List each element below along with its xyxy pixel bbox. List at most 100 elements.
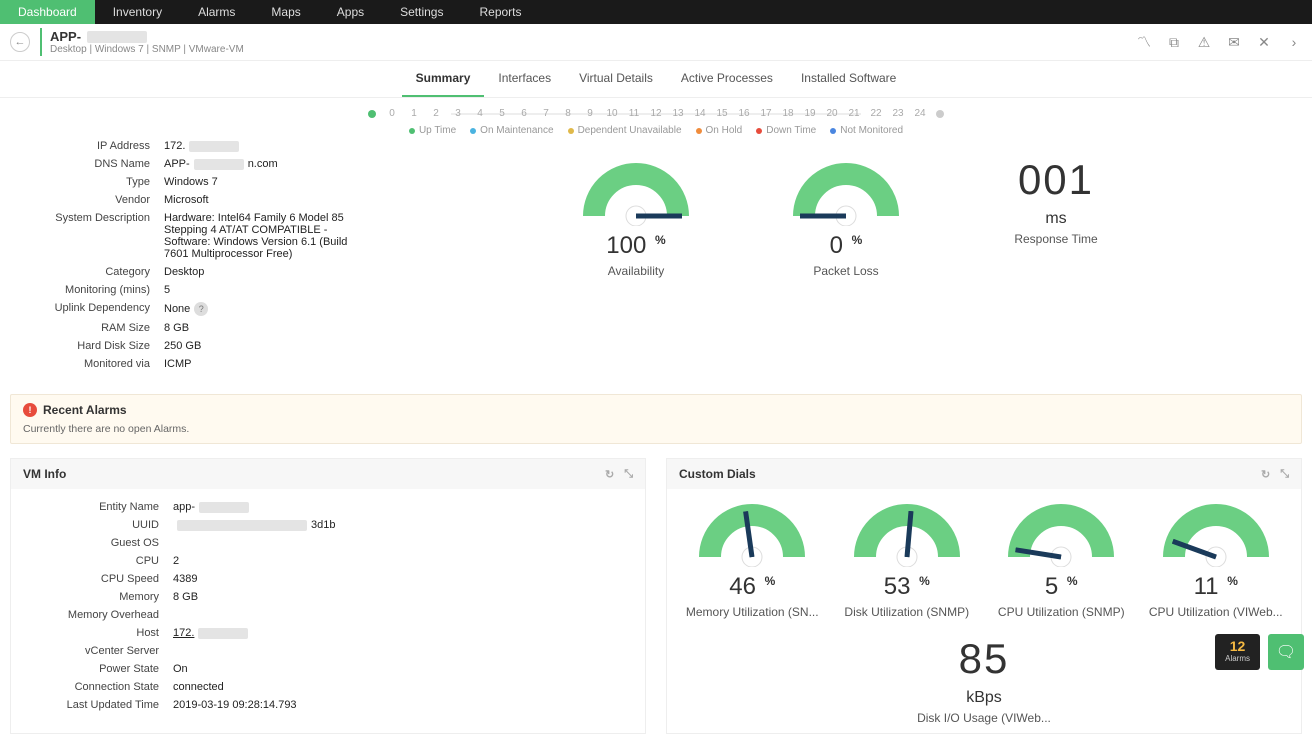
close-icon[interactable]: ✕ bbox=[1256, 34, 1272, 50]
hour-label: 7 bbox=[540, 108, 552, 119]
detail-tabs: SummaryInterfacesVirtual DetailsActive P… bbox=[0, 61, 1312, 98]
gauge-packet-loss: 0 %Packet Loss bbox=[771, 156, 921, 278]
prop-key: System Description bbox=[10, 212, 150, 260]
alarms-count-button[interactable]: 12 Alarms bbox=[1215, 634, 1260, 670]
alarm-icon[interactable]: ⚠ bbox=[1196, 34, 1212, 50]
prop-value: Windows 7 bbox=[164, 176, 370, 188]
prop-key: DNS Name bbox=[10, 158, 150, 170]
mail-icon[interactable]: ✉ bbox=[1226, 34, 1242, 50]
prop-value: Desktop bbox=[164, 266, 370, 278]
prop-key: Host bbox=[19, 627, 159, 639]
prop-key: Category bbox=[10, 266, 150, 278]
help-icon[interactable]: ? bbox=[194, 302, 208, 316]
prop-value: 2019-03-19 09:28:14.793 bbox=[173, 699, 637, 711]
gauge-disk-i-o-usage-viweb-: 85kBpsDisk I/O Usage (VIWeb... bbox=[909, 635, 1059, 725]
nav-tab-inventory[interactable]: Inventory bbox=[95, 0, 180, 24]
prop-value: APP-n.com bbox=[164, 158, 370, 170]
expand-icon[interactable]: ⤡ bbox=[624, 468, 633, 481]
hour-label: 3 bbox=[452, 108, 464, 119]
subtab-interfaces[interactable]: Interfaces bbox=[484, 61, 565, 97]
prop-key: UUID bbox=[19, 519, 159, 531]
vm-info-title: VM Info bbox=[23, 467, 66, 481]
recent-alarms-panel: !Recent Alarms Currently there are no op… bbox=[10, 394, 1302, 444]
subtab-active-processes[interactable]: Active Processes bbox=[667, 61, 787, 97]
prop-value: 8 GB bbox=[164, 322, 370, 334]
legend-item: On Hold bbox=[696, 125, 743, 136]
legend-item: On Maintenance bbox=[470, 125, 553, 136]
prop-key: Guest OS bbox=[19, 537, 159, 549]
subtab-summary[interactable]: Summary bbox=[402, 61, 485, 97]
custom-dials-title: Custom Dials bbox=[679, 467, 756, 481]
prop-value: Hardware: Intel64 Family 6 Model 85 Step… bbox=[164, 212, 370, 260]
prop-value: 172. bbox=[164, 140, 370, 152]
vm-info-card: VM Info ↻⤡ Entity Nameapp-UUID3d1bGuest … bbox=[10, 458, 646, 734]
subtab-installed-software[interactable]: Installed Software bbox=[787, 61, 910, 97]
hours-timeline: 0123456789101112131415161718192021222324 bbox=[0, 108, 1312, 119]
hour-label: 19 bbox=[804, 108, 816, 119]
prop-key: CPU bbox=[19, 555, 159, 567]
property-grid: IP Address172.DNS NameAPP-n.comTypeWindo… bbox=[10, 136, 370, 370]
nav-tab-settings[interactable]: Settings bbox=[382, 0, 461, 24]
nav-tab-alarms[interactable]: Alarms bbox=[180, 0, 253, 24]
custom-dials-card: Custom Dials ↻ ⤡ 46 %Memory Utilization (… bbox=[666, 458, 1302, 734]
hour-label: 0 bbox=[386, 108, 398, 119]
hour-label: 21 bbox=[848, 108, 860, 119]
hour-label: 8 bbox=[562, 108, 574, 119]
gauge-memory-utilization-sn-: 46 %Memory Utilization (SN... bbox=[677, 497, 827, 619]
prop-key: RAM Size bbox=[10, 322, 150, 334]
prop-key: IP Address bbox=[10, 140, 150, 152]
hour-label: 18 bbox=[782, 108, 794, 119]
gauge-disk-utilization-snmp-: 53 %Disk Utilization (SNMP) bbox=[832, 497, 982, 619]
hour-label: 23 bbox=[892, 108, 904, 119]
device-header: ← APP- Desktop | Windows 7 | SNMP | VMwa… bbox=[0, 24, 1312, 61]
arrow-icon[interactable]: › bbox=[1286, 34, 1302, 50]
prop-key: Vendor bbox=[10, 194, 150, 206]
nav-tab-reports[interactable]: Reports bbox=[461, 0, 539, 24]
chart-icon[interactable]: 〽 bbox=[1136, 34, 1152, 50]
prop-value: 3d1b bbox=[173, 519, 637, 531]
prop-value bbox=[173, 645, 637, 657]
recent-alarms-body: Currently there are no open Alarms. bbox=[23, 423, 1289, 435]
gauge-cpu-utilization-viweb-: 11 %CPU Utilization (VIWeb... bbox=[1141, 497, 1291, 619]
hour-label: 22 bbox=[870, 108, 882, 119]
expand-icon[interactable]: ⤡ bbox=[1280, 468, 1289, 481]
subtab-virtual-details[interactable]: Virtual Details bbox=[565, 61, 667, 97]
nav-tab-dashboard[interactable]: Dashboard bbox=[0, 0, 95, 24]
nav-tab-maps[interactable]: Maps bbox=[253, 0, 318, 24]
gauge-response-time: 001msResponse Time bbox=[981, 156, 1131, 278]
hour-label: 15 bbox=[716, 108, 728, 119]
prop-key: vCenter Server bbox=[19, 645, 159, 657]
hour-label: 16 bbox=[738, 108, 750, 119]
prop-key: Memory Overhead bbox=[19, 609, 159, 621]
nav-tab-apps[interactable]: Apps bbox=[319, 0, 382, 24]
prop-value: None? bbox=[164, 302, 370, 316]
back-button[interactable]: ← bbox=[10, 32, 30, 52]
top-nav: DashboardInventoryAlarmsMapsAppsSettings… bbox=[0, 0, 1312, 24]
hour-label: 5 bbox=[496, 108, 508, 119]
prop-value: 250 GB bbox=[164, 340, 370, 352]
prop-value[interactable]: 172. bbox=[173, 627, 637, 639]
prop-value bbox=[173, 609, 637, 621]
hour-label: 11 bbox=[628, 108, 640, 119]
chat-button[interactable]: 🗨 bbox=[1268, 634, 1304, 670]
legend-item: Up Time bbox=[409, 125, 456, 136]
prop-value: connected bbox=[173, 681, 637, 693]
prop-value: 8 GB bbox=[173, 591, 637, 603]
refresh-icon[interactable]: ↻ bbox=[1261, 468, 1270, 481]
hour-label: 20 bbox=[826, 108, 838, 119]
prop-key: Hard Disk Size bbox=[10, 340, 150, 352]
prop-key: Memory bbox=[19, 591, 159, 603]
floating-alarms: 12 Alarms 🗨 bbox=[1215, 634, 1304, 670]
prop-key: Connection State bbox=[19, 681, 159, 693]
gauge-cpu-utilization-snmp-: 5 %CPU Utilization (SNMP) bbox=[986, 497, 1136, 619]
alarm-icon: ! bbox=[23, 403, 37, 417]
legend-item: Not Monitored bbox=[830, 125, 903, 136]
heartbeat-icon[interactable]: ⧉ bbox=[1166, 34, 1182, 50]
prop-value: app- bbox=[173, 501, 637, 513]
status-indicator bbox=[40, 28, 42, 56]
legend-item: Dependent Unavailable bbox=[568, 125, 682, 136]
refresh-icon[interactable]: ↻ bbox=[605, 468, 614, 481]
hour-label: 2 bbox=[430, 108, 442, 119]
hour-label: 14 bbox=[694, 108, 706, 119]
hour-label: 24 bbox=[914, 108, 926, 119]
